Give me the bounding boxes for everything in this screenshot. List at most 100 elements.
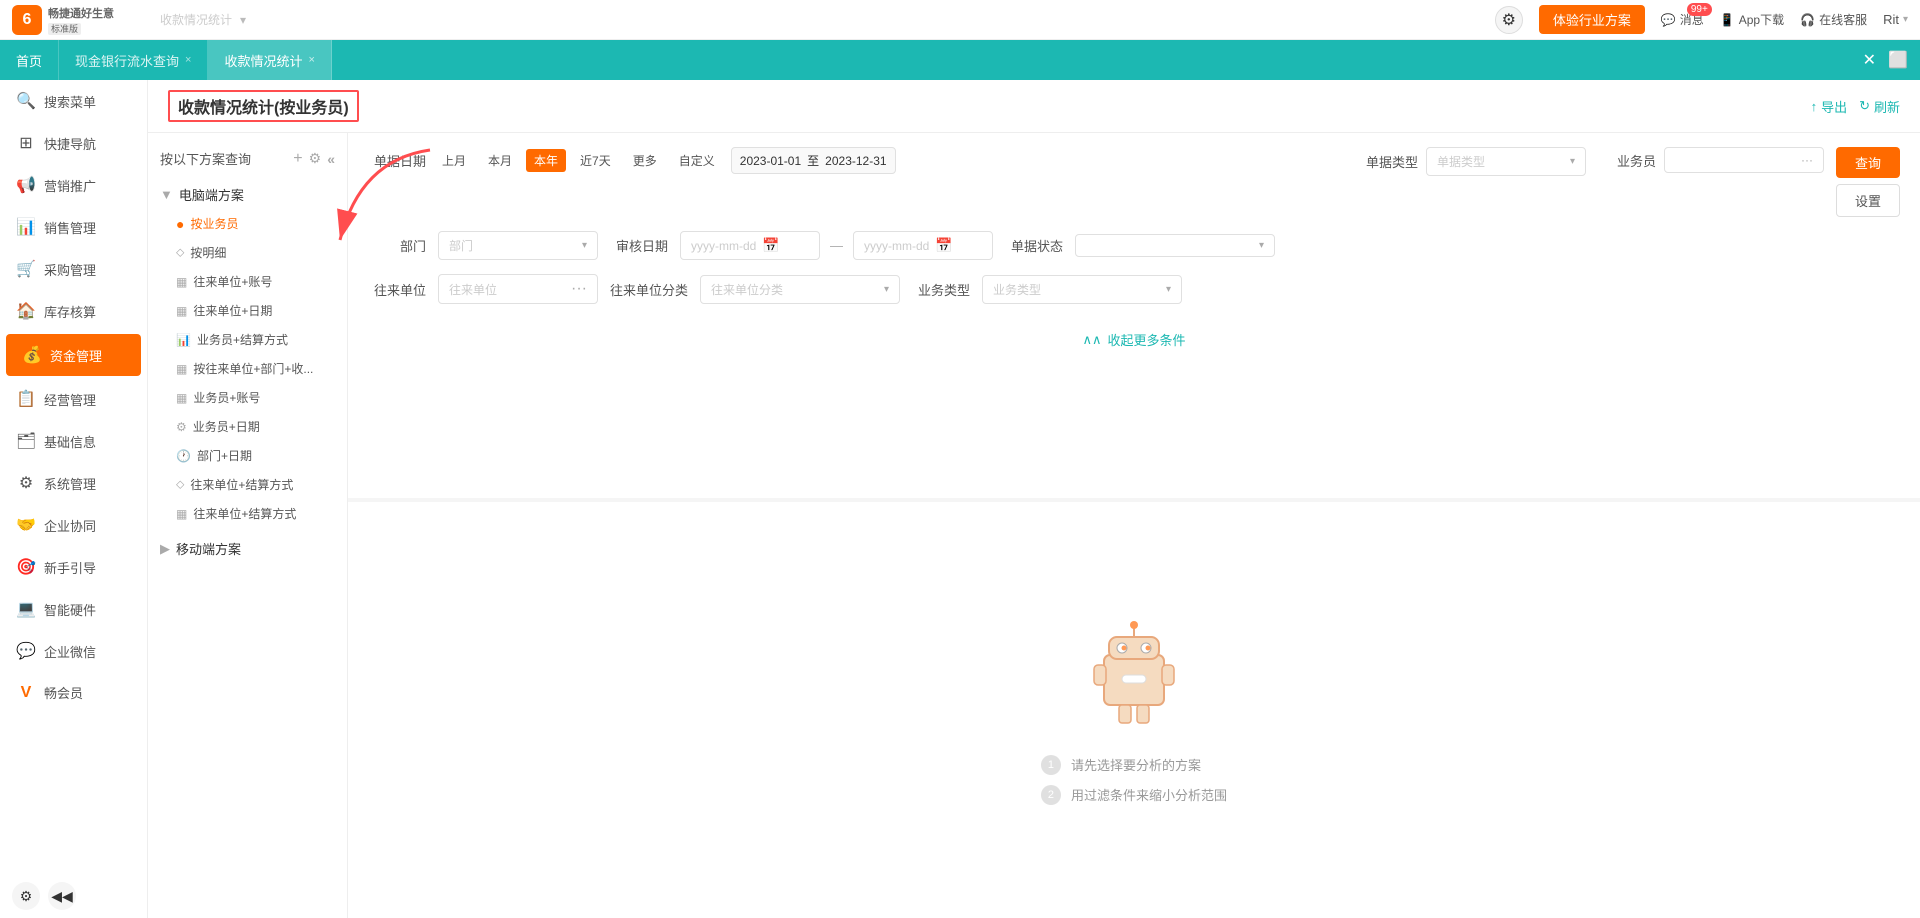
breadcrumb-text: 收款情况统计 <box>160 11 232 28</box>
counterpart-more-icon[interactable]: ··· <box>571 280 587 298</box>
date-tab-7days[interactable]: 近7天 <box>572 149 619 172</box>
sidebar-item-hardware[interactable]: 💻 智能硬件 <box>0 588 147 630</box>
sidebar-item-search[interactable]: 🔍 搜索菜单 <box>0 80 147 122</box>
sidebar-item-sales-label: 销售管理 <box>44 218 96 237</box>
sidebar-item-guide[interactable]: 🎯 新手引导 <box>0 546 147 588</box>
sidebar-item-collab-label: 企业协同 <box>44 516 96 535</box>
scheme-group-desktop-title[interactable]: ▼ 电脑端方案 <box>148 180 347 209</box>
tab-collection-close[interactable]: × <box>308 54 314 66</box>
scheme-item-unit-account[interactable]: ▦ 往来单位+账号 <box>148 267 347 296</box>
calendar-icon-start[interactable]: 📅 <box>762 237 779 254</box>
sidebar-item-sales[interactable]: 📊 销售管理 <box>0 206 147 248</box>
biz-type-chevron: ▾ <box>1166 284 1171 295</box>
group-arrow-right: ▶ <box>160 541 170 557</box>
tab-cashflow-label: 现金银行流水查询 <box>75 51 179 70</box>
sidebar-item-weixin[interactable]: 💬 企业微信 <box>0 630 147 672</box>
date-tab-lastmonth[interactable]: 上月 <box>434 149 474 172</box>
empty-step-2: 2 用过滤条件来缩小分析范围 <box>1041 785 1227 805</box>
sidebar-item-weixin-label: 企业微信 <box>44 642 96 661</box>
trial-button[interactable]: 体验行业方案 <box>1539 5 1645 34</box>
scheme-item-salesman-account[interactable]: ▦ 业务员+账号 <box>148 383 347 412</box>
biz-type-select[interactable]: 业务类型 ▾ <box>982 275 1182 304</box>
sidebar-item-finance[interactable]: 💰 资金管理 <box>6 334 141 376</box>
scheme-item-salesman-settle[interactable]: 📊 业务员+结算方式 <box>148 325 347 354</box>
online-service-button[interactable]: 🎧 在线客服 <box>1800 11 1867 28</box>
scheme-item-salesman[interactable]: ● 按业务员 <box>148 209 347 238</box>
doc-status-select[interactable]: ▾ <box>1075 234 1275 257</box>
sidebar-item-purchase[interactable]: 🛒 采购管理 <box>0 248 147 290</box>
dept-select[interactable]: 部门 ▾ <box>438 231 598 260</box>
export-button[interactable]: ↑ 导出 <box>1811 97 1848 116</box>
date-tab-thisyear[interactable]: 本年 <box>526 149 566 172</box>
app-download-label: App下载 <box>1739 11 1784 28</box>
sidebar-collapse-btn[interactable]: ◀◀ <box>48 882 76 910</box>
tab-collection[interactable]: 收款情况统计 × <box>208 40 331 80</box>
date-tab-thismonth[interactable]: 本月 <box>480 149 520 172</box>
review-date-inputs: yyyy-mm-dd 📅 — yyyy-mm-dd 📅 <box>680 231 993 260</box>
export-label: 导出 <box>1821 97 1847 116</box>
right-panel: 单据日期 上月 本月 本年 近7天 更多 自定义 2023-01-01 <box>348 133 1920 918</box>
sidebar-item-operation[interactable]: 📋 经营管理 <box>0 378 147 420</box>
sidebar-item-marketing[interactable]: 📢 营销推广 <box>0 164 147 206</box>
date-tab-more[interactable]: 更多 <box>625 149 665 172</box>
settings-button[interactable]: 设置 <box>1836 184 1900 217</box>
refresh-icon: ↻ <box>1859 98 1870 114</box>
filter-date-section: 单据日期 上月 本月 本年 近7天 更多 自定义 2023-01-01 <box>368 147 1348 174</box>
counterpart-select[interactable]: 往来单位 ··· <box>438 274 598 304</box>
app-download-button[interactable]: 📱 App下载 <box>1720 11 1784 28</box>
scheme-header-title: 按以下方案查询 <box>160 149 251 168</box>
tab-cashflow[interactable]: 现金银行流水查询 × <box>59 40 208 80</box>
dept-chevron: ▾ <box>582 240 587 251</box>
maximize-icon[interactable]: ⬜ <box>1888 50 1908 70</box>
scheme-item-unit-date[interactable]: ▦ 往来单位+日期 <box>148 296 347 325</box>
sidebar-item-quicknav[interactable]: ⊞ 快捷导航 <box>0 122 147 164</box>
date-tab-custom[interactable]: 自定义 <box>671 149 723 172</box>
content-area: 收款情况统计(按业务员) ↑ 导出 ↻ 刷新 按以下方案查询 <box>148 80 1920 918</box>
phone-icon: 📱 <box>1720 13 1735 27</box>
scheme-item-dept-date[interactable]: 🕐 部门+日期 <box>148 441 347 470</box>
close-window-icon[interactable]: ✕ <box>1863 50 1876 70</box>
date-input-group[interactable]: 2023-01-01 至 2023-12-31 <box>731 147 896 174</box>
scheme-item-unit-settle2[interactable]: ▦ 往来单位+结算方式 <box>148 499 347 528</box>
scheme-item-detail-label: 按明细 <box>190 244 226 261</box>
collapse-button[interactable]: ∧∧ 收起更多条件 <box>1076 324 1191 355</box>
step-2-text: 用过滤条件来缩小分析范围 <box>1071 785 1227 804</box>
top-right-area: ⚙ 体验行业方案 💬 消息 99+ 📱 App下载 🎧 在线客服 Rit ▾ <box>1495 5 1908 34</box>
scheme-group-mobile-title[interactable]: ▶ 移动端方案 <box>148 534 347 563</box>
query-button[interactable]: 查询 <box>1836 147 1900 178</box>
tab-home[interactable]: 首页 <box>0 40 59 80</box>
doc-status-label: 单据状态 <box>1005 236 1063 255</box>
sidebar-item-collab[interactable]: 🤝 企业协同 <box>0 504 147 546</box>
sidebar-item-operation-label: 经营管理 <box>44 390 96 409</box>
salesman-more-icon[interactable]: ··· <box>1801 153 1813 167</box>
scheme-item-unit-settle1[interactable]: ⬦ 往来单位+结算方式 <box>148 470 347 499</box>
scheme-item-salesman-date[interactable]: ⚙ 业务员+日期 <box>148 412 347 441</box>
marketing-icon: 📢 <box>16 175 36 195</box>
sidebar-item-basic[interactable]: 🗂 基础信息 <box>0 420 147 462</box>
gear-button[interactable]: ⚙ <box>1495 6 1523 34</box>
sidebar-settings-btn[interactable]: ⚙ <box>12 882 40 910</box>
sidebar-item-guide-label: 新手引导 <box>44 558 96 577</box>
user-button[interactable]: Rit ▾ <box>1883 12 1908 27</box>
review-date-end-input[interactable]: yyyy-mm-dd 📅 <box>853 231 993 260</box>
scheme-item-unit-settle1-icon: ⬦ <box>176 477 184 492</box>
scheme-settings-btn[interactable]: ⚙ <box>309 150 322 167</box>
sidebar-item-inventory[interactable]: 🏠 库存核算 <box>0 290 147 332</box>
scheme-item-unit-dept-collect[interactable]: ▦ 按往来单位+部门+收... <box>148 354 347 383</box>
doctype-select[interactable]: 单据类型 ▾ <box>1426 147 1586 176</box>
tab-cashflow-close[interactable]: × <box>185 54 191 66</box>
salesman-select[interactable]: ··· <box>1664 147 1824 173</box>
refresh-button[interactable]: ↻ 刷新 <box>1859 97 1900 116</box>
scheme-item-detail[interactable]: ⬦ 按明细 <box>148 238 347 267</box>
calendar-icon-end[interactable]: 📅 <box>935 237 952 254</box>
scheme-add-btn[interactable]: + <box>293 150 302 168</box>
scheme-item-unit-dept-collect-label: 按往来单位+部门+收... <box>193 360 313 377</box>
counterpart-text: 往来单位 <box>449 281 497 298</box>
sidebar-item-system[interactable]: ⚙ 系统管理 <box>0 462 147 504</box>
counterpart-category-select[interactable]: 往来单位分类 ▾ <box>700 275 900 304</box>
review-date-start-input[interactable]: yyyy-mm-dd 📅 <box>680 231 820 260</box>
scheme-header: 按以下方案查询 + ⚙ « <box>148 143 347 174</box>
scheme-collapse-btn[interactable]: « <box>327 151 335 167</box>
message-button[interactable]: 💬 消息 99+ <box>1661 11 1704 28</box>
sidebar-item-member[interactable]: V 畅会员 <box>0 672 147 713</box>
